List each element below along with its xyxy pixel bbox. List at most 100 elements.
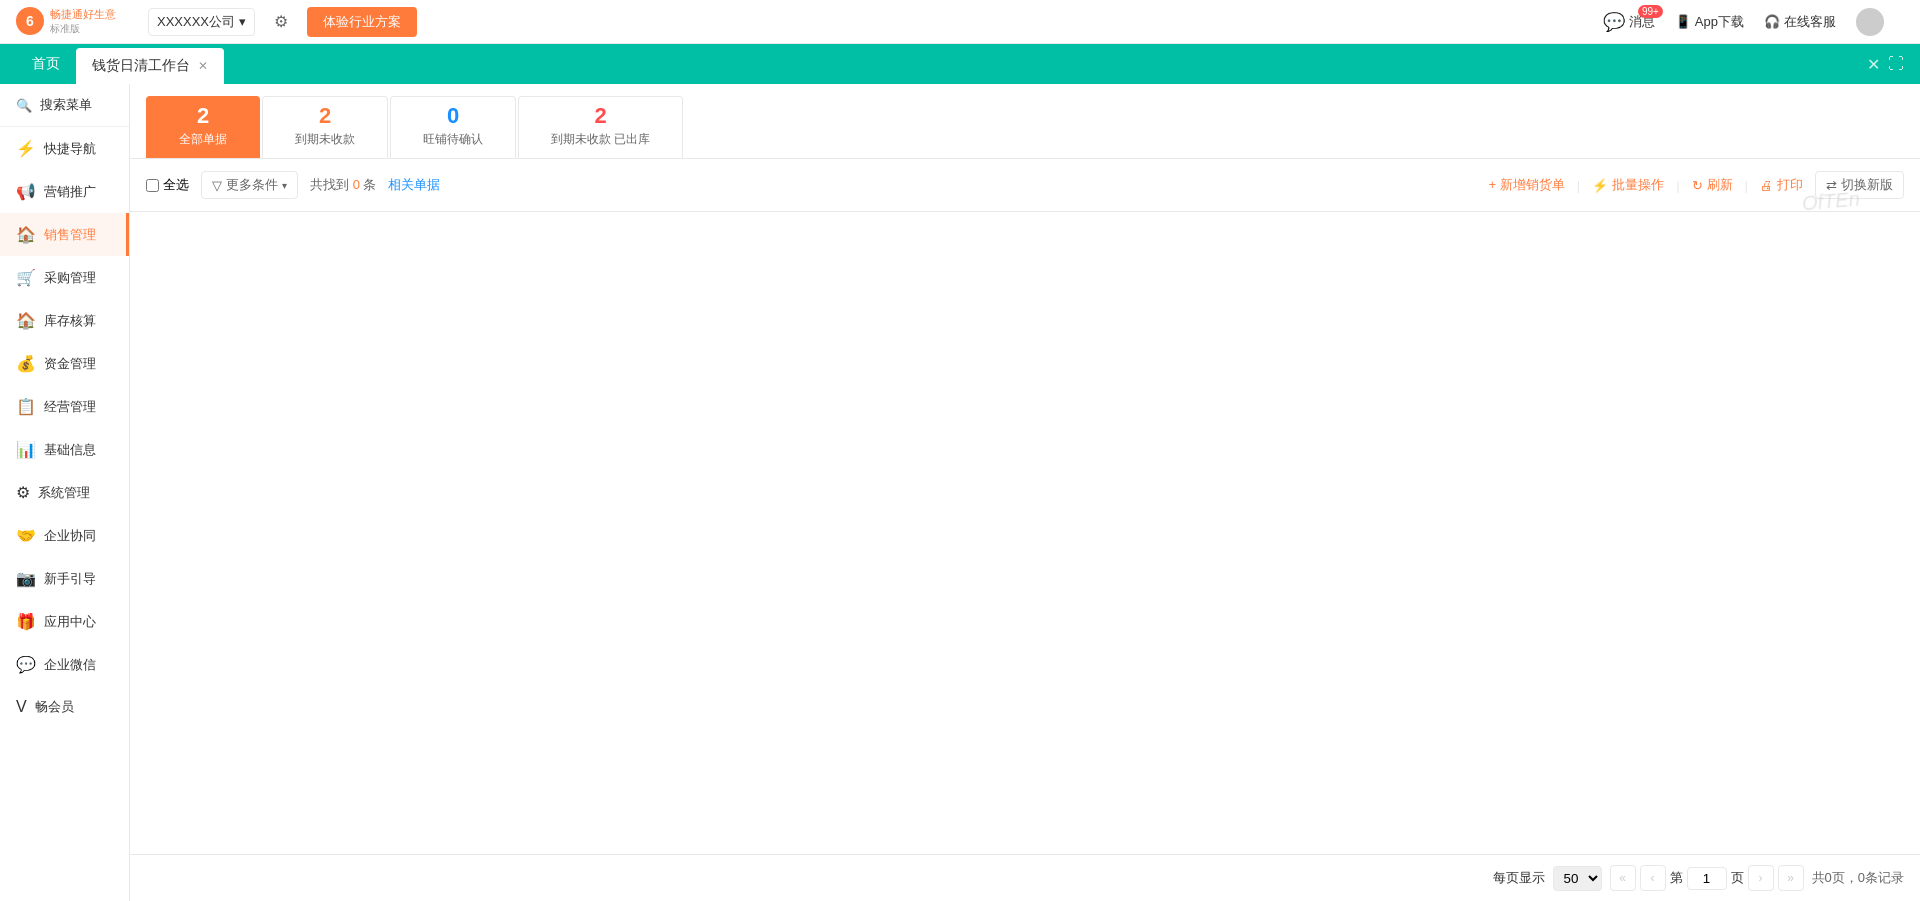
sidebar-item-operation-label: 经营管理: [44, 398, 96, 416]
print-button[interactable]: 🖨 打印: [1760, 176, 1803, 194]
sidebar-item-sales[interactable]: 🏠 销售管理: [0, 213, 129, 256]
settings-icon[interactable]: ⚙: [267, 8, 295, 36]
batch-icon: ⚡: [1592, 178, 1608, 193]
select-all-input[interactable]: [146, 179, 159, 192]
found-count: 0: [353, 177, 360, 192]
stat-tab-overdue-shipped[interactable]: 2 到期未收款 已出库: [518, 96, 683, 158]
print-icon: 🖨: [1760, 178, 1773, 193]
company-selector[interactable]: XXXXXX公司 ▾: [148, 8, 255, 36]
sidebar-item-purchase-label: 采购管理: [44, 269, 96, 287]
print-label: 打印: [1777, 176, 1803, 194]
company-name: XXXXXX公司: [157, 13, 235, 31]
sidebar-search-label: 搜索菜单: [40, 96, 92, 114]
last-page-button[interactable]: »: [1778, 865, 1804, 891]
tab-close-icon[interactable]: ✕: [198, 59, 208, 73]
stat-num-all: 2: [197, 105, 209, 127]
sidebar-item-operation[interactable]: 📋 经营管理: [0, 385, 129, 428]
pagination: 每页显示 50 « ‹ 第 页 › » 共0页，0条记录: [130, 854, 1920, 901]
sidebar-item-quick-nav-label: 快捷导航: [44, 140, 96, 158]
sidebar-item-marketing[interactable]: 📢 营销推广: [0, 170, 129, 213]
logo-sub: 标准版: [50, 22, 116, 36]
sidebar-item-inventory[interactable]: 🏠 库存核算: [0, 299, 129, 342]
purchase-icon: 🛒: [16, 268, 36, 287]
found-text: 共找到 0 条: [310, 176, 376, 194]
sidebar-item-app-center[interactable]: 🎁 应用中心: [0, 600, 129, 643]
guide-icon: 📷: [16, 569, 36, 588]
tab-work-bench-label: 钱货日清工作台: [92, 57, 190, 75]
related-link[interactable]: 相关单据: [388, 176, 440, 194]
stat-label-overdue-shipped: 到期未收款 已出库: [551, 131, 650, 148]
sidebar-item-sales-label: 销售管理: [44, 226, 96, 244]
divider-3: |: [1745, 178, 1748, 193]
sidebar-item-member-label: 畅会员: [35, 698, 74, 716]
quick-nav-icon: ⚡: [16, 139, 36, 158]
message-area[interactable]: 💬 消息 99+: [1603, 11, 1655, 33]
stat-label-all: 全部单据: [179, 131, 227, 148]
logo-area: 6 畅捷通好生意 标准版: [16, 7, 136, 35]
finance-icon: 💰: [16, 354, 36, 373]
tab-bar: 首页 钱货日清工作台 ✕ ✕ ⛶: [0, 44, 1920, 84]
sidebar-search[interactable]: 🔍 搜索菜单: [0, 84, 129, 127]
sidebar-item-quick-nav[interactable]: ⚡ 快捷导航: [0, 127, 129, 170]
top-bar-right: 💬 消息 99+ 📱 App下载 🎧 在线客服: [1603, 8, 1904, 36]
refresh-button[interactable]: ↻ 刷新: [1692, 176, 1733, 194]
tab-maximize-icon[interactable]: ⛶: [1888, 55, 1904, 74]
filter-button[interactable]: ▽ 更多条件 ▾: [201, 171, 298, 199]
sidebar-item-inventory-label: 库存核算: [44, 312, 96, 330]
marketing-icon: 📢: [16, 182, 36, 201]
filter-arrow-icon: ▾: [282, 180, 287, 191]
stat-tab-overdue[interactable]: 2 到期未收款: [262, 96, 388, 158]
tab-home-label: 首页: [32, 55, 60, 73]
sidebar-item-enterprise[interactable]: 🤝 企业协同: [0, 514, 129, 557]
phone-icon: 📱: [1675, 14, 1691, 29]
select-all-checkbox[interactable]: 全选: [146, 176, 189, 194]
headphone-icon: 🎧: [1764, 14, 1780, 29]
logo-text: 畅捷通好生意: [50, 7, 116, 21]
stat-tab-all[interactable]: 2 全部单据: [146, 96, 260, 158]
sidebar-item-finance[interactable]: 💰 资金管理: [0, 342, 129, 385]
batch-label: 批量操作: [1612, 176, 1664, 194]
sidebar-item-system[interactable]: ⚙ 系统管理: [0, 471, 129, 514]
first-page-button[interactable]: «: [1610, 865, 1636, 891]
add-sales-order-button[interactable]: + 新增销货单: [1489, 176, 1565, 194]
search-icon: 🔍: [16, 98, 32, 113]
app-download-label: App下载: [1695, 13, 1744, 31]
tab-work-bench[interactable]: 钱货日清工作台 ✕: [76, 48, 224, 84]
sidebar-item-basic-info[interactable]: 📊 基础信息: [0, 428, 129, 471]
refresh-icon: ↻: [1692, 178, 1703, 193]
empty-table-area: [130, 212, 1920, 854]
system-icon: ⚙: [16, 483, 30, 502]
tab-home[interactable]: 首页: [16, 44, 76, 84]
page-label: 第: [1670, 869, 1683, 887]
toolbar-left: 全选 ▽ 更多条件 ▾ 共找到 0 条 相关单据: [146, 171, 1477, 199]
sidebar-item-enterprise-label: 企业协同: [44, 527, 96, 545]
found-prefix: 共找到: [310, 177, 349, 192]
sidebar-item-guide[interactable]: 📷 新手引导: [0, 557, 129, 600]
page-label2: 页: [1731, 869, 1744, 887]
divider-1: |: [1577, 178, 1580, 193]
stat-num-wangpu: 0: [447, 105, 459, 127]
next-page-button[interactable]: ›: [1748, 865, 1774, 891]
batch-operation-button[interactable]: ⚡ 批量操作: [1592, 176, 1664, 194]
select-all-label: 全选: [163, 176, 189, 194]
page-number-input[interactable]: [1687, 867, 1727, 890]
message-badge: 99+: [1638, 5, 1663, 18]
per-page-select[interactable]: 50: [1553, 866, 1602, 891]
stat-tab-wangpu[interactable]: 0 旺铺待确认: [390, 96, 516, 158]
prev-page-button[interactable]: ‹: [1640, 865, 1666, 891]
user-avatar[interactable]: [1856, 8, 1884, 36]
app-download[interactable]: 📱 App下载: [1675, 13, 1744, 31]
trial-button[interactable]: 体验行业方案: [307, 7, 417, 37]
sidebar-item-system-label: 系统管理: [38, 484, 90, 502]
total-info: 共0页，0条记录: [1812, 869, 1904, 887]
wechat-icon: 💬: [16, 655, 36, 674]
sidebar-item-guide-label: 新手引导: [44, 570, 96, 588]
sidebar-item-wechat[interactable]: 💬 企业微信: [0, 643, 129, 686]
tab-close-all-icon[interactable]: ✕: [1867, 55, 1880, 74]
switch-version-button[interactable]: ⇄ 切换新版: [1815, 171, 1904, 199]
per-page-label: 每页显示: [1493, 869, 1545, 887]
sidebar-item-member[interactable]: V 畅会员: [0, 686, 129, 728]
online-service[interactable]: 🎧 在线客服: [1764, 13, 1836, 31]
switch-label: 切换新版: [1841, 176, 1893, 194]
sidebar-item-purchase[interactable]: 🛒 采购管理: [0, 256, 129, 299]
